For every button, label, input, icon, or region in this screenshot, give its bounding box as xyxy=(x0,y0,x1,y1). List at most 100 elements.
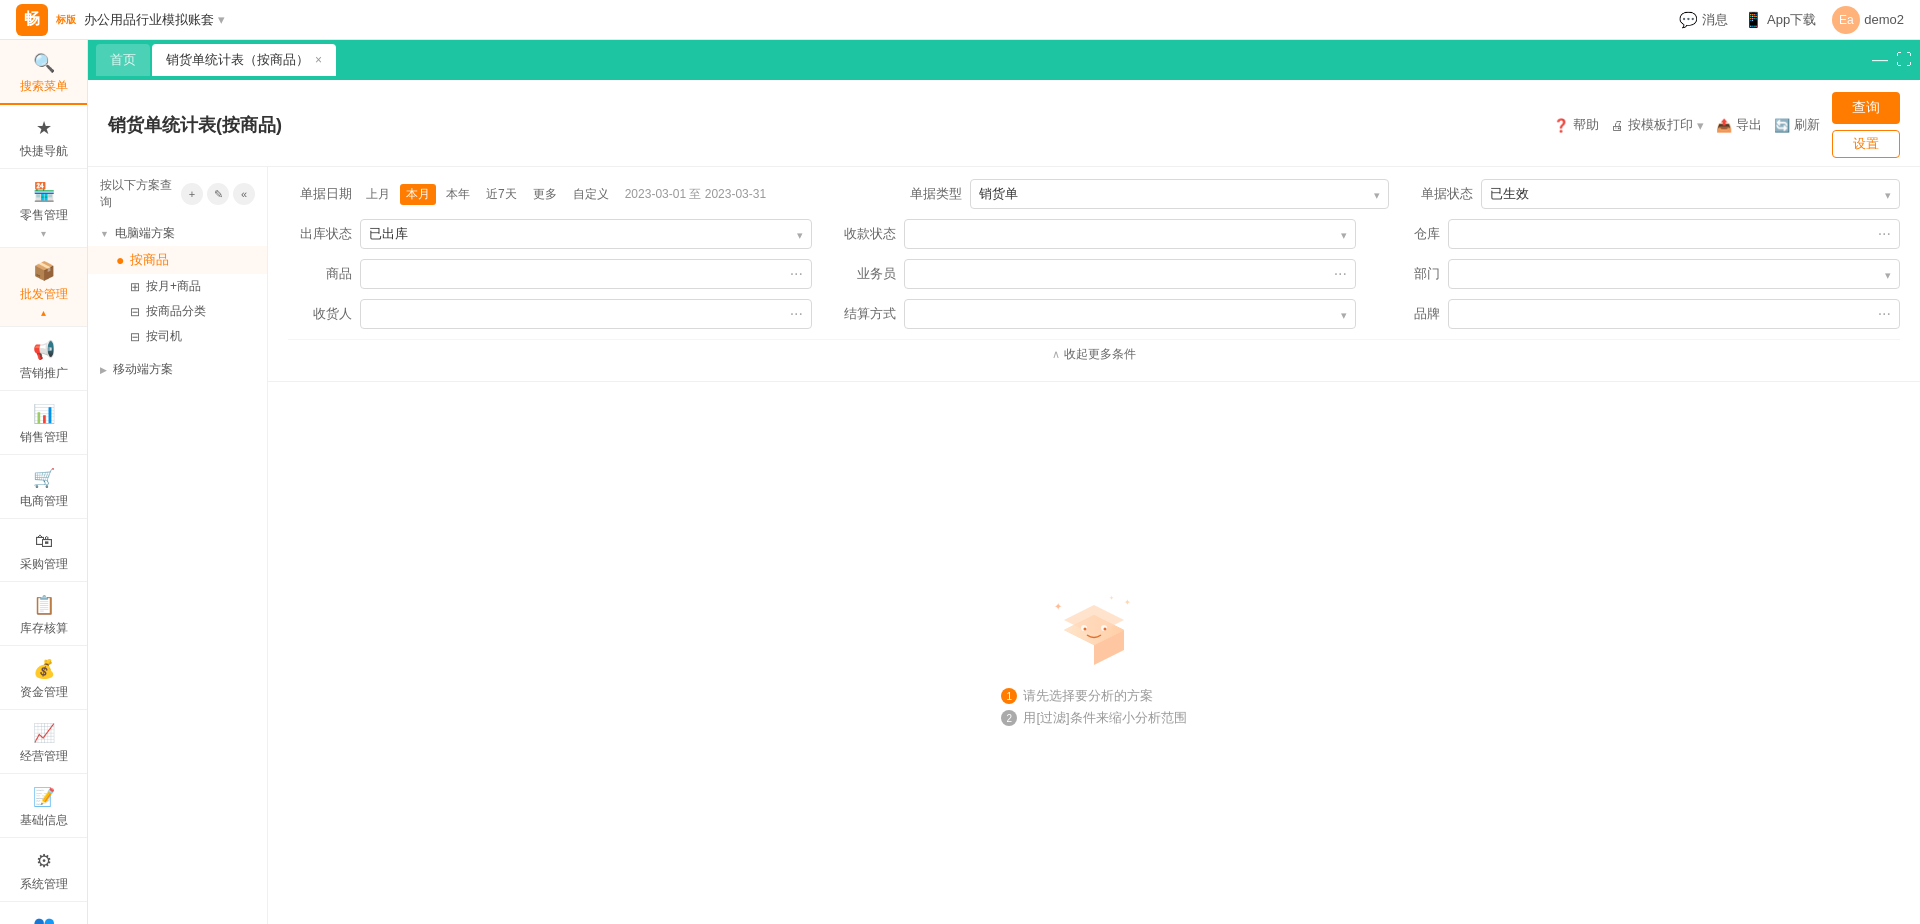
sidebar-item-purchase[interactable]: 🛍 采购管理 xyxy=(0,519,87,582)
sidebar-item-operations[interactable]: 📈 经营管理 xyxy=(0,710,87,774)
company-selector[interactable]: 办公用品行业模拟账套 ▾ xyxy=(84,11,225,29)
tab-active[interactable]: 销货单统计表（按商品） × xyxy=(152,44,336,76)
main-content: 单据日期 上月 本月 本年 近7天 更多 自定义 20 xyxy=(268,167,1920,924)
page-header: 销货单统计表(按商品) ❓ 帮助 🖨 按模板打印 ▾ 📤 导出 🔄 刷新 xyxy=(88,80,1920,167)
sidebar-item-retail[interactable]: 🏪 零售管理 ▾ xyxy=(0,169,87,248)
search-icon: 🔍 xyxy=(33,52,55,74)
out-status-select[interactable]: 已出库 xyxy=(360,219,812,249)
doc-type-select[interactable]: 销货单 xyxy=(970,179,1389,209)
message-btn[interactable]: 💬 消息 xyxy=(1679,11,1728,29)
brand-input[interactable]: ··· xyxy=(1448,299,1900,329)
topbar-right: 💬 消息 📱 App下载 Ea demo2 xyxy=(1679,6,1904,34)
doc-status-label: 单据状态 xyxy=(1409,185,1481,203)
filter-recipient-section: 收货人 ··· xyxy=(288,299,832,329)
tab-maximize-btn[interactable]: ⛶ xyxy=(1896,51,1912,69)
scheme-sub-item-goods-category[interactable]: ⊟ 按商品分类 xyxy=(88,299,267,324)
sidebar-item-search[interactable]: 🔍 搜索菜单 xyxy=(0,40,87,105)
shortcut-more[interactable]: 更多 xyxy=(527,184,563,205)
sidebar-item-enterprise[interactable]: 👥 企业协同 xyxy=(0,902,87,924)
filter-warehouse-section: 仓库 ··· xyxy=(1376,219,1900,249)
svg-text:✦: ✦ xyxy=(1054,601,1062,612)
app-subtitle: 标版 xyxy=(56,14,76,26)
edit-scheme-btn[interactable]: ✎ xyxy=(207,183,229,205)
sidebar-item-wholesale[interactable]: 📦 批发管理 ▴ xyxy=(0,248,87,327)
svg-text:✦: ✦ xyxy=(1124,598,1131,607)
finance-icon: 💰 xyxy=(33,658,55,680)
empty-hint-1: 1 请先选择要分析的方案 xyxy=(1001,687,1186,705)
salesperson-input[interactable]: ··· xyxy=(904,259,1356,289)
shortcut-last-month[interactable]: 上月 xyxy=(360,184,396,205)
tab-minimize-btn[interactable]: — xyxy=(1872,51,1888,69)
date-shortcuts: 上月 本月 本年 近7天 更多 自定义 xyxy=(360,184,615,205)
sidebar-item-ecommerce[interactable]: 🛒 电商管理 xyxy=(0,455,87,519)
sidebar-item-inventory[interactable]: 📋 库存核算 xyxy=(0,582,87,646)
warehouse-input[interactable]: ··· xyxy=(1448,219,1900,249)
shortcut-7days[interactable]: 近7天 xyxy=(480,184,523,205)
sidebar-item-sales[interactable]: 📊 销售管理 xyxy=(0,391,87,455)
collapse-bar[interactable]: ∧ 收起更多条件 xyxy=(288,339,1900,369)
filter-payment-section: 结算方式 xyxy=(832,299,1376,329)
page-title: 销货单统计表(按商品) xyxy=(108,113,282,137)
scheme-group-desktop: ▼ 电脑端方案 ● 按商品 ⊞ 按月+商品 ⊟ 按商品分类 xyxy=(88,217,267,353)
filter-brand-section: 品牌 ··· xyxy=(1376,299,1900,329)
out-status-chevron xyxy=(797,227,803,242)
filter-doc-status-section: 单据状态 已生效 xyxy=(1409,179,1900,209)
scheme-sub-item-driver[interactable]: ⊟ 按司机 xyxy=(88,324,267,349)
settings-btn[interactable]: 设置 xyxy=(1832,130,1900,158)
receipt-status-label: 收款状态 xyxy=(832,225,904,243)
out-status-label: 出库状态 xyxy=(288,225,360,243)
scheme-item-by-goods[interactable]: ● 按商品 xyxy=(88,246,267,274)
shortcut-this-month[interactable]: 本月 xyxy=(400,184,436,205)
department-chevron xyxy=(1885,267,1891,282)
collapse-panel-btn[interactable]: « xyxy=(233,183,255,205)
help-btn[interactable]: ❓ 帮助 xyxy=(1553,116,1599,134)
empty-text: 1 请先选择要分析的方案 2 用[过滤]条件来缩小分析范围 xyxy=(1001,687,1186,731)
doc-status-select[interactable]: 已生效 xyxy=(1481,179,1900,209)
sidebar-item-marketing[interactable]: 📢 营销推广 xyxy=(0,327,87,391)
system-icon: ⚙ xyxy=(36,850,52,872)
shortcut-this-year[interactable]: 本年 xyxy=(440,184,476,205)
ecommerce-icon: 🛒 xyxy=(33,467,55,489)
department-label: 部门 xyxy=(1376,265,1448,283)
department-select[interactable] xyxy=(1448,259,1900,289)
query-buttons: 查询 设置 xyxy=(1832,92,1900,158)
empty-state: ✦ ✦ ✦ 1 请先选择要分析的方案 2 用[过滤]条件来缩小分析范围 xyxy=(268,382,1920,924)
warehouse-dots[interactable]: ··· xyxy=(1878,225,1891,243)
goods-dots[interactable]: ··· xyxy=(790,265,803,283)
brand-dots[interactable]: ··· xyxy=(1878,305,1891,323)
filter-row-2: 出库状态 已出库 收款状态 xyxy=(288,219,1900,249)
recipient-label: 收货人 xyxy=(288,305,360,323)
svg-point-7 xyxy=(1104,628,1107,631)
sidebar-item-finance[interactable]: 💰 资金管理 xyxy=(0,646,87,710)
shortcut-custom[interactable]: 自定义 xyxy=(567,184,615,205)
export-btn[interactable]: 📤 导出 xyxy=(1716,116,1762,134)
query-btn[interactable]: 查询 xyxy=(1832,92,1900,124)
add-scheme-btn[interactable]: + xyxy=(181,183,203,205)
refresh-btn[interactable]: 🔄 刷新 xyxy=(1774,116,1820,134)
warehouse-label: 仓库 xyxy=(1376,225,1448,243)
tab-home[interactable]: 首页 xyxy=(96,44,150,76)
filter-department-section: 部门 xyxy=(1376,259,1900,289)
sidebar-item-system[interactable]: ⚙ 系统管理 xyxy=(0,838,87,902)
user-menu[interactable]: Ea demo2 xyxy=(1832,6,1904,34)
scheme-group-desktop-label[interactable]: ▼ 电脑端方案 xyxy=(88,221,267,246)
basic-info-icon: 📝 xyxy=(33,786,55,808)
payment-select[interactable] xyxy=(904,299,1356,329)
filter-goods-section: 商品 ··· xyxy=(288,259,832,289)
app-download-btn[interactable]: 📱 App下载 xyxy=(1744,11,1816,29)
scheme-sub-item-month-goods[interactable]: ⊞ 按月+商品 xyxy=(88,274,267,299)
goods-input[interactable]: ··· xyxy=(360,259,812,289)
scheme-group-mobile-label[interactable]: ▶ 移动端方案 xyxy=(88,357,267,382)
recipient-input[interactable]: ··· xyxy=(360,299,812,329)
recipient-dots[interactable]: ··· xyxy=(790,305,803,323)
date-label: 单据日期 xyxy=(288,185,360,203)
sidebar-item-quick-nav[interactable]: ★ 快捷导航 xyxy=(0,105,87,169)
tab-close-btn[interactable]: × xyxy=(315,53,322,67)
receipt-status-select[interactable] xyxy=(904,219,1356,249)
sidebar-item-basic-info[interactable]: 📝 基础信息 xyxy=(0,774,87,838)
template-print-btn[interactable]: 🖨 按模板打印 ▾ xyxy=(1611,116,1704,134)
wholesale-icon: 📦 xyxy=(33,260,55,282)
salesperson-dots[interactable]: ··· xyxy=(1334,265,1347,283)
left-panel: 按以下方案查询 + ✎ « ▼ 电脑端方案 ● 按商品 xyxy=(88,167,268,924)
star-icon: ★ xyxy=(36,117,52,139)
